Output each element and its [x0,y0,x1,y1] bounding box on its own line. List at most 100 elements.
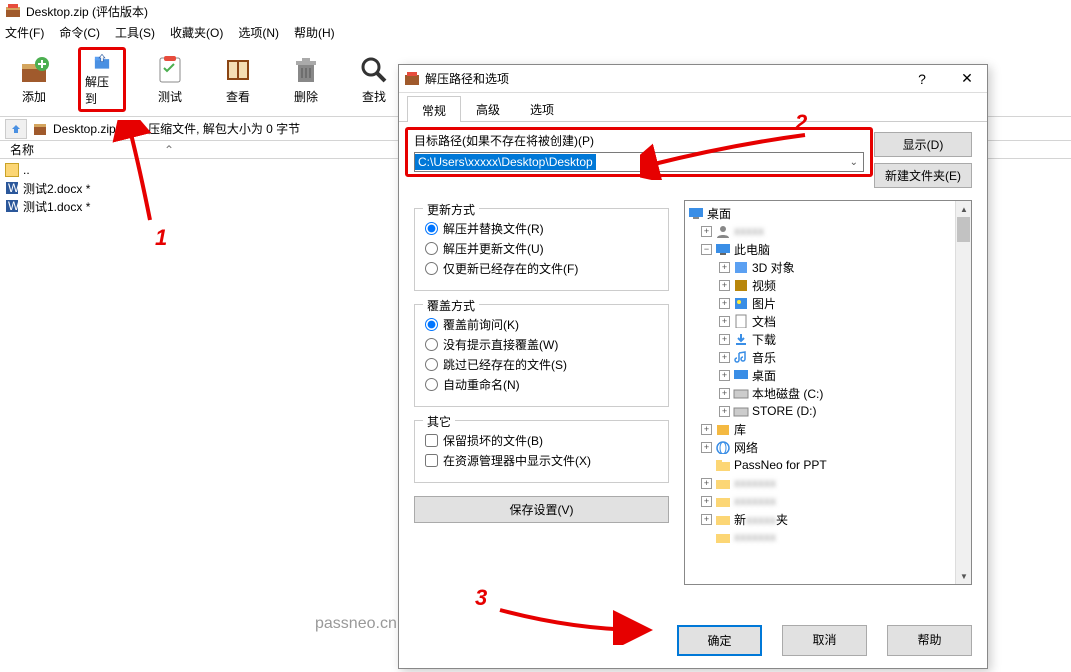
folder-tree[interactable]: 桌面 +xxxxx −此电脑 +3D 对象 +视频 +图片 +文档 +下载 +音… [684,200,972,585]
expand-toggle[interactable]: + [719,316,730,327]
dialog-title: 解压路径和选项 [425,70,509,87]
docx-icon: W [5,181,19,195]
sort-icon: ⌃ [164,143,174,157]
pc-icon [715,242,731,256]
folder-icon [715,494,731,508]
extract-icon [86,52,118,71]
desktop-icon [688,206,704,220]
download-icon [733,332,749,346]
add-icon [18,54,50,86]
new-folder-button[interactable]: 新建文件夹(E) [874,163,972,188]
svg-text:W: W [8,181,19,195]
extract-to-button[interactable]: 解压到 [78,47,126,112]
scroll-up-icon[interactable]: ▲ [956,201,972,217]
test-icon [154,54,186,86]
expand-toggle[interactable]: + [719,280,730,291]
disk-icon [733,386,749,400]
overwrite-rename-radio[interactable]: 自动重命名(N) [425,376,658,393]
window-title: Desktop.zip (评估版本) [26,3,148,20]
update-update-radio[interactable]: 解压并更新文件(U) [425,240,658,257]
expand-toggle[interactable]: + [701,496,712,507]
overwrite-mode-group: 覆盖方式 覆盖前询问(K) 没有提示直接覆盖(W) 跳过已经存在的文件(S) 自… [414,304,669,407]
destination-path-input[interactable]: C:\Users\xxxxx\Desktop\Desktop ⌄ [414,152,864,172]
chevron-down-icon[interactable]: ⌄ [850,157,858,168]
winrar-icon [5,3,21,19]
overwrite-silent-radio[interactable]: 没有提示直接覆盖(W) [425,336,658,353]
docx-icon: W [5,199,19,213]
desktop-icon [733,368,749,382]
expand-toggle[interactable]: + [719,334,730,345]
user-icon [715,224,731,238]
expand-toggle[interactable]: + [701,424,712,435]
dialog-tabs: 常规 高级 选项 [399,95,987,122]
misc-group: 其它 保留损坏的文件(B) 在资源管理器中显示文件(X) [414,420,669,483]
library-icon [715,422,731,436]
up-button[interactable] [5,119,27,139]
expand-toggle[interactable]: + [719,388,730,399]
up-arrow-icon [9,122,23,136]
folder-icon [715,530,731,544]
view-icon [222,54,254,86]
menu-tools[interactable]: 工具(S) [115,24,155,41]
picture-icon [733,296,749,310]
tab-options[interactable]: 选项 [515,95,569,121]
expand-toggle[interactable]: + [719,406,730,417]
delete-button[interactable]: 删除 [282,47,330,112]
tree-scrollbar[interactable]: ▲ ▼ [955,201,971,584]
help-button[interactable]: ? [907,68,937,90]
test-button[interactable]: 测试 [146,47,194,112]
menu-options[interactable]: 选项(N) [238,24,279,41]
network-icon [715,440,731,454]
expand-toggle[interactable]: + [701,442,712,453]
update-mode-group: 更新方式 解压并替换文件(R) 解压并更新文件(U) 仅更新已经存在的文件(F) [414,208,669,291]
add-button[interactable]: 添加 [10,47,58,112]
expand-toggle[interactable]: + [719,370,730,381]
watermark: passneo.cn [315,615,397,633]
help-button[interactable]: 帮助 [887,625,972,656]
folder-up-icon [5,163,19,177]
col-name[interactable]: 名称 [10,141,34,158]
expand-toggle[interactable]: + [701,514,712,525]
expand-toggle[interactable]: + [719,352,730,363]
path-text: Desktop.zip - ZIP 压缩文件, 解包大小为 0 字节 [53,120,300,137]
menu-favorites[interactable]: 收藏夹(O) [170,24,223,41]
view-button[interactable]: 查看 [214,47,262,112]
delete-icon [290,54,322,86]
menu-help[interactable]: 帮助(H) [294,24,335,41]
ok-button[interactable]: 确定 [677,625,762,656]
menu-commands[interactable]: 命令(C) [59,24,100,41]
scroll-thumb[interactable] [957,217,970,242]
dialog-footer: 确定 取消 帮助 [677,625,972,656]
folder-icon [715,512,731,526]
cancel-button[interactable]: 取消 [782,625,867,656]
dialog-body: 目标路径(如果不存在将被创建)(P) C:\Users\xxxxx\Deskto… [399,122,987,595]
close-button[interactable]: ✕ [952,68,982,90]
update-replace-radio[interactable]: 解压并替换文件(R) [425,220,658,237]
expand-toggle[interactable]: + [719,298,730,309]
scroll-down-icon[interactable]: ▼ [956,568,972,584]
document-icon [733,314,749,328]
menu-file[interactable]: 文件(F) [5,24,44,41]
disk-icon [733,404,749,418]
expand-toggle[interactable]: + [701,478,712,489]
winrar-icon [404,71,420,87]
3d-icon [733,260,749,274]
music-icon [733,350,749,364]
zip-icon [32,121,48,137]
keep-broken-checkbox[interactable]: 保留损坏的文件(B) [425,432,658,449]
show-in-explorer-checkbox[interactable]: 在资源管理器中显示文件(X) [425,452,658,469]
overwrite-skip-radio[interactable]: 跳过已经存在的文件(S) [425,356,658,373]
tab-advanced[interactable]: 高级 [461,95,515,121]
folder-icon [715,476,731,490]
update-fresh-radio[interactable]: 仅更新已经存在的文件(F) [425,260,658,277]
video-icon [733,278,749,292]
find-button[interactable]: 查找 [350,47,398,112]
expand-toggle[interactable]: + [701,226,712,237]
expand-toggle[interactable]: − [701,244,712,255]
save-settings-button[interactable]: 保存设置(V) [414,496,669,523]
overwrite-ask-radio[interactable]: 覆盖前询问(K) [425,316,658,333]
display-button[interactable]: 显示(D) [874,132,972,157]
tab-general[interactable]: 常规 [407,96,461,122]
extract-dialog: 解压路径和选项 ? ✕ 常规 高级 选项 目标路径(如果不存在将被创建)(P) … [398,64,988,669]
expand-toggle[interactable]: + [719,262,730,273]
